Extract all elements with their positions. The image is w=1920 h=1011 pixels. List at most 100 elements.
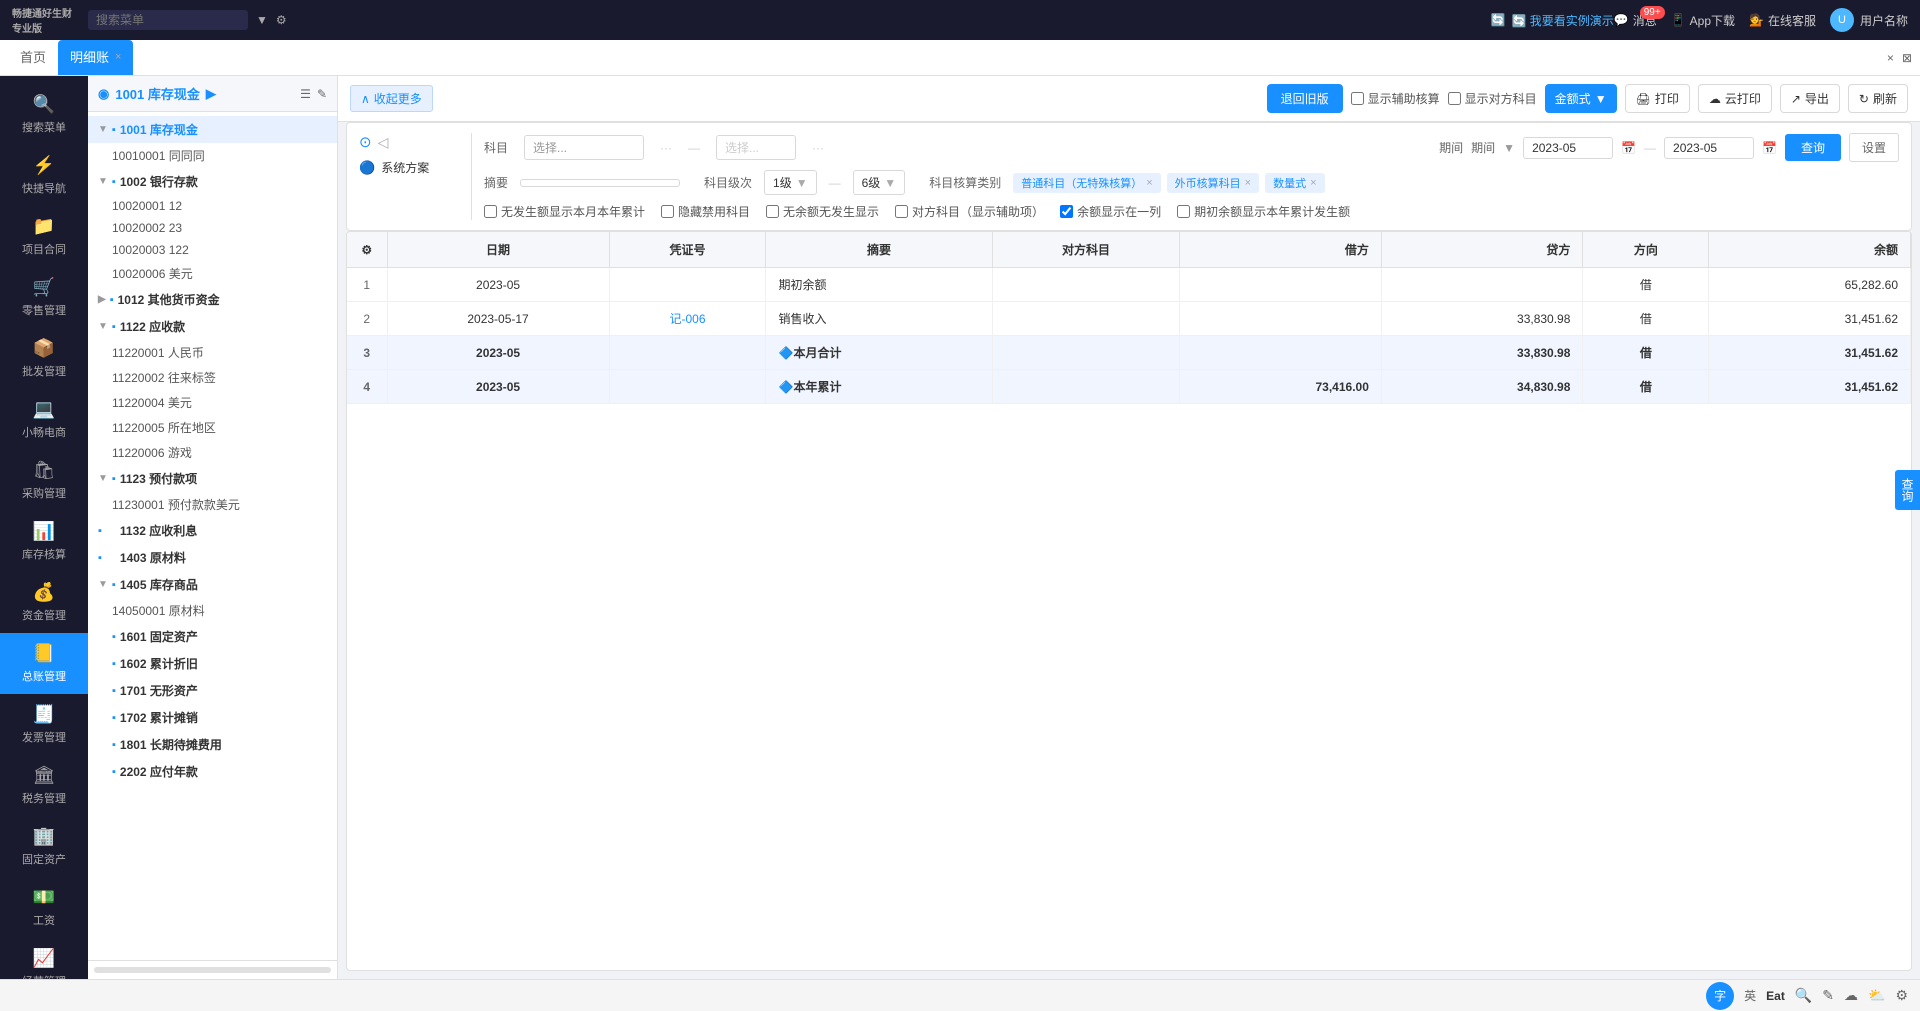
tree-item-1002[interactable]: ▼ ▪ 1002 银行存款 [88, 168, 337, 195]
tab-detail[interactable]: 明细账 × [58, 40, 133, 75]
tree-item-1702[interactable]: ▪ 1702 累计摊销 [88, 704, 337, 731]
summary-input[interactable] [520, 179, 680, 187]
period-from-input[interactable]: 2023-05 [1523, 137, 1613, 159]
cb-no-amount[interactable]: 无发生额显示本月本年累计 [484, 203, 645, 220]
account-nav-icon[interactable]: ▶ [206, 86, 216, 102]
bottom-search-icon[interactable]: 🔍 [1795, 987, 1812, 1004]
sidebar-item-purchase[interactable]: 🛍 采购管理 [0, 450, 88, 511]
tree-item-10020006[interactable]: 10020006 美元 [88, 261, 337, 286]
tree-item-10020003[interactable]: 10020003 122 [88, 239, 337, 261]
cb-no-balance[interactable]: 无余额无发生显示 [766, 203, 879, 220]
table-settings-icon[interactable]: ⚙ [361, 243, 372, 257]
tree-item-10020001[interactable]: 10020001 12 [88, 195, 337, 217]
export-btn[interactable]: ↗ 导出 [1780, 84, 1840, 113]
voucher-link-2[interactable]: 记-006 [670, 312, 706, 326]
row-voucher-2[interactable]: 记-006 [609, 302, 766, 336]
bottom-edit-icon[interactable]: ✎ [1822, 987, 1834, 1004]
tree-item-1122[interactable]: ▼ ▪ 1122 应收款 [88, 313, 337, 340]
refresh-btn[interactable]: ↻ 刷新 [1848, 84, 1908, 113]
cb-contra[interactable]: 对方科目（显示辅助项） [895, 203, 1044, 220]
sidebar-item-project[interactable]: 📁 项目合同 [0, 206, 88, 267]
tree-item-1405[interactable]: ▼ ▪ 1405 库存商品 [88, 571, 337, 598]
sidebar-item-shortcut[interactable]: ⚡ 快捷导航 [0, 145, 88, 206]
sidebar-item-ecommerce[interactable]: 💻 小畅电商 [0, 389, 88, 450]
format-dropdown-btn[interactable]: 金额式 ▼ [1545, 84, 1617, 113]
right-side-tab[interactable]: 查询 [1895, 470, 1920, 510]
tree-item-2202[interactable]: ▪ 2202 应付年款 [88, 758, 337, 785]
tab-close-icon[interactable]: × [115, 51, 121, 63]
cb-opening-balance[interactable]: 期初余额显示本年累计发生额 [1177, 203, 1350, 220]
tree-item-14050001[interactable]: 14050001 原材料 [88, 598, 337, 623]
setting-btn[interactable]: 设置 [1849, 133, 1899, 162]
tree-item-11220002[interactable]: 11220002 往来标签 [88, 365, 337, 390]
message-btn[interactable]: 💬 消息 99+ [1614, 12, 1657, 29]
sidebar-item-capital[interactable]: 💰 资金管理 [0, 572, 88, 633]
online-service-btn[interactable]: 💁 在线客服 [1749, 12, 1816, 29]
edit-icon[interactable]: ✎ [317, 87, 327, 101]
tree-item-11220004[interactable]: 11220004 美元 [88, 390, 337, 415]
settings-icon[interactable]: ⚙ [276, 13, 287, 27]
tag-quantity[interactable]: 数量式 × [1265, 173, 1324, 193]
bottom-lang-en[interactable]: 英 [1744, 987, 1756, 1004]
collapse-more-btn[interactable]: ∧ 收起更多 [350, 85, 433, 112]
tree-item-1123[interactable]: ▼ ▪ 1123 预付款项 [88, 465, 337, 492]
sidebar-item-retail[interactable]: 🛒 零售管理 [0, 267, 88, 328]
tree-item-1701[interactable]: ▪ 1701 无形资产 [88, 677, 337, 704]
tab-expand-btn[interactable]: ⊠ [1902, 51, 1912, 65]
user-profile[interactable]: U 用户名称 [1830, 8, 1908, 32]
sidebar-item-ledger[interactable]: 📒 总账管理 [0, 633, 88, 694]
calendar-from-icon[interactable]: 📅 [1621, 141, 1636, 155]
tree-item-11220001[interactable]: 11220001 人民币 [88, 340, 337, 365]
tree-item-1001[interactable]: ▼ ▪ 1001 库存现金 [88, 116, 337, 143]
period-to-input[interactable]: 2023-05 [1664, 137, 1754, 159]
account-selector[interactable]: ◉ 1001 库存现金 ▶ [98, 84, 216, 103]
subject-end-input[interactable]: 选择... [716, 135, 796, 160]
subject-input[interactable]: 选择... [524, 135, 644, 160]
dropdown-arrow-icon[interactable]: ▼ [256, 13, 268, 27]
tree-item-11230001[interactable]: 11230001 预付款款美元 [88, 492, 337, 517]
sidebar-item-inventory[interactable]: 📊 库存核算 [0, 511, 88, 572]
cb-balance-one-col[interactable]: 余额显示在一列 [1060, 203, 1161, 220]
collapse-left-icon[interactable]: ◁ [378, 134, 389, 151]
tab-home[interactable]: 首页 [8, 40, 58, 75]
bottom-settings-icon[interactable]: ⚙ [1895, 987, 1908, 1004]
bottom-eat-btn[interactable]: Eat [1766, 989, 1785, 1003]
bottom-cloud-icon[interactable]: ☁ [1844, 987, 1858, 1004]
tag-foreign-currency[interactable]: 外币核算科目 × [1167, 173, 1259, 193]
return-old-btn[interactable]: 退回旧版 [1267, 84, 1343, 113]
tree-item-10020002[interactable]: 10020002 23 [88, 217, 337, 239]
demo-link[interactable]: 🔄 🔄 我要看实例演示 [1491, 12, 1614, 29]
sidebar-item-wholesale[interactable]: 📦 批发管理 [0, 328, 88, 389]
tree-item-1601[interactable]: ▪ 1601 固定资产 [88, 623, 337, 650]
cloud-print-btn[interactable]: ☁ 云打印 [1698, 84, 1772, 113]
tree-item-1403[interactable]: ▪ 1403 原材料 [88, 544, 337, 571]
bottom-btn-translate[interactable]: 字 [1706, 982, 1734, 1010]
show-aux-checkbox[interactable]: 显示辅助核算 [1351, 90, 1440, 107]
tag-normal-subject[interactable]: 普通科目（无特殊核算） × [1013, 173, 1160, 193]
horizontal-scrollbar[interactable] [94, 967, 331, 973]
tree-item-1801[interactable]: ▪ 1801 长期待摊费用 [88, 731, 337, 758]
tree-item-1602[interactable]: ▪ 1602 累计折旧 [88, 650, 337, 677]
tag3-close-icon[interactable]: × [1310, 177, 1316, 189]
sidebar-item-salary[interactable]: 💵 工资 [0, 877, 88, 938]
tag1-close-icon[interactable]: × [1146, 177, 1152, 189]
sidebar-item-search[interactable]: 🔍 搜索菜单 [0, 84, 88, 145]
print-btn[interactable]: 🖨 打印 [1625, 84, 1690, 113]
tag2-close-icon[interactable]: × [1245, 177, 1251, 189]
calendar-to-icon[interactable]: 📅 [1762, 141, 1777, 155]
level-from-select[interactable]: 1级 ▼ [764, 170, 817, 195]
filter-icon[interactable]: ⊙ [359, 133, 372, 151]
app-download-btn[interactable]: 📱 App下载 [1671, 12, 1735, 29]
tree-item-10010001[interactable]: 10010001 同同同 [88, 143, 337, 168]
period-dropdown-icon[interactable]: ▼ [1503, 141, 1515, 155]
sidebar-item-asset[interactable]: 🏢 固定资产 [0, 816, 88, 877]
col-settings[interactable]: ⚙ [347, 232, 387, 268]
list-icon[interactable]: ☰ [300, 87, 311, 101]
sidebar-item-tax[interactable]: 🏛 税务管理 [0, 755, 88, 816]
sidebar-item-biz[interactable]: 📈 经营管理 [0, 938, 88, 979]
tree-item-1132[interactable]: ▪ 1132 应收利息 [88, 517, 337, 544]
title-input[interactable] [88, 10, 248, 30]
tree-item-11220005[interactable]: 11220005 所在地区 [88, 415, 337, 440]
tree-item-11220006[interactable]: 11220006 游戏 [88, 440, 337, 465]
show-contra-checkbox[interactable]: 显示对方科目 [1448, 90, 1537, 107]
